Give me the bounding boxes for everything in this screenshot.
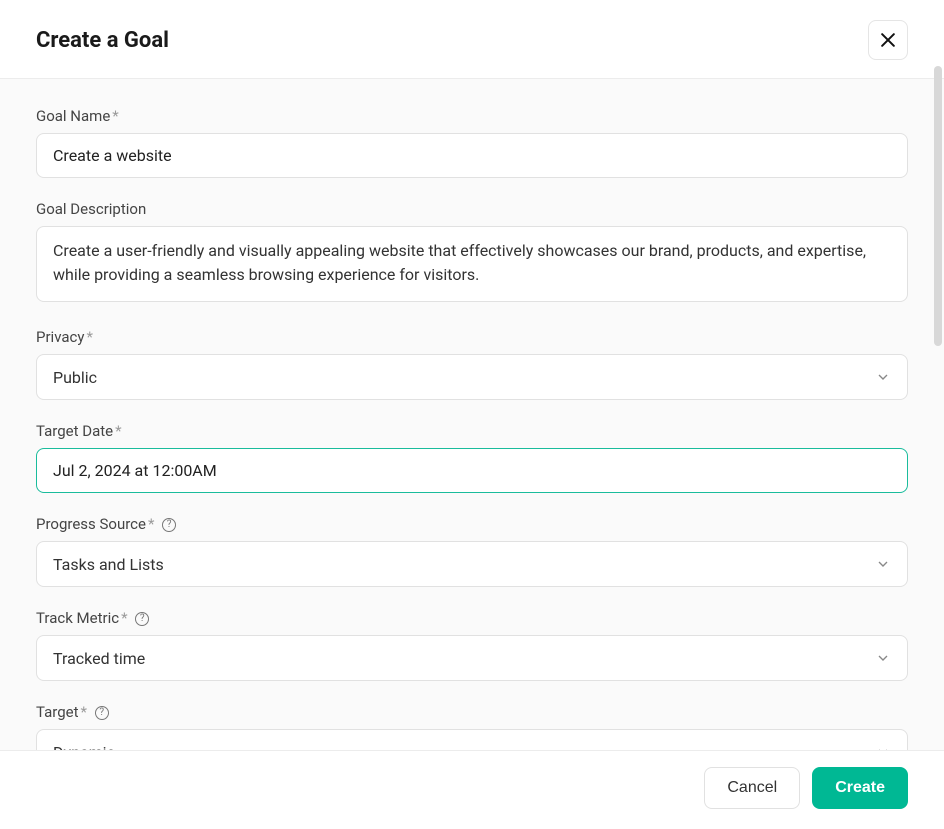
target-label-text: Target	[36, 703, 79, 721]
track-metric-label: Track Metric* ?	[36, 609, 908, 627]
goal-name-group: Goal Name*	[36, 107, 908, 178]
goal-name-label: Goal Name*	[36, 107, 908, 125]
track-metric-label-text: Track Metric	[36, 609, 119, 627]
privacy-label: Privacy*	[36, 328, 908, 346]
target-value: Dynamic	[53, 743, 115, 751]
privacy-group: Privacy* Public	[36, 328, 908, 400]
privacy-select[interactable]: Public	[36, 354, 908, 400]
target-select[interactable]: Dynamic	[36, 729, 908, 750]
create-button[interactable]: Create	[812, 767, 908, 809]
goal-name-input[interactable]	[36, 133, 908, 178]
track-metric-group: Track Metric* ? Tracked time	[36, 609, 908, 681]
track-metric-select[interactable]: Tracked time	[36, 635, 908, 681]
target-date-input[interactable]	[36, 448, 908, 493]
privacy-value: Public	[53, 368, 97, 387]
goal-name-label-text: Goal Name	[36, 107, 110, 125]
modal-footer: Cancel Create	[0, 750, 944, 829]
progress-source-label-text: Progress Source	[36, 515, 146, 533]
modal-header: Create a Goal	[0, 0, 944, 79]
target-date-label-text: Target Date	[36, 422, 113, 440]
help-icon[interactable]: ?	[135, 612, 149, 626]
track-metric-value: Tracked time	[53, 649, 145, 668]
create-goal-modal: Create a Goal Goal Name* Goal Descriptio…	[0, 0, 944, 829]
modal-body: Goal Name* Goal Description Create a use…	[0, 79, 944, 750]
goal-description-input[interactable]: Create a user-friendly and visually appe…	[36, 226, 908, 302]
modal-title: Create a Goal	[36, 28, 169, 53]
target-date-label: Target Date*	[36, 422, 908, 440]
progress-source-value: Tasks and Lists	[53, 555, 164, 574]
scrollbar-thumb[interactable]	[934, 66, 942, 346]
help-icon[interactable]: ?	[162, 518, 176, 532]
chevron-down-icon	[875, 556, 891, 572]
cancel-button[interactable]: Cancel	[704, 767, 800, 809]
close-button[interactable]	[868, 20, 908, 60]
goal-description-group: Goal Description Create a user-friendly …	[36, 200, 908, 306]
privacy-label-text: Privacy	[36, 328, 84, 346]
help-icon[interactable]: ?	[95, 706, 109, 720]
target-date-group: Target Date*	[36, 422, 908, 493]
close-icon	[878, 30, 898, 50]
goal-description-label: Goal Description	[36, 200, 908, 218]
target-label: Target* ?	[36, 703, 908, 721]
chevron-down-icon	[875, 650, 891, 666]
progress-source-label: Progress Source* ?	[36, 515, 908, 533]
chevron-down-icon	[875, 369, 891, 385]
progress-source-select[interactable]: Tasks and Lists	[36, 541, 908, 587]
progress-source-group: Progress Source* ? Tasks and Lists	[36, 515, 908, 587]
target-group: Target* ? Dynamic	[36, 703, 908, 750]
